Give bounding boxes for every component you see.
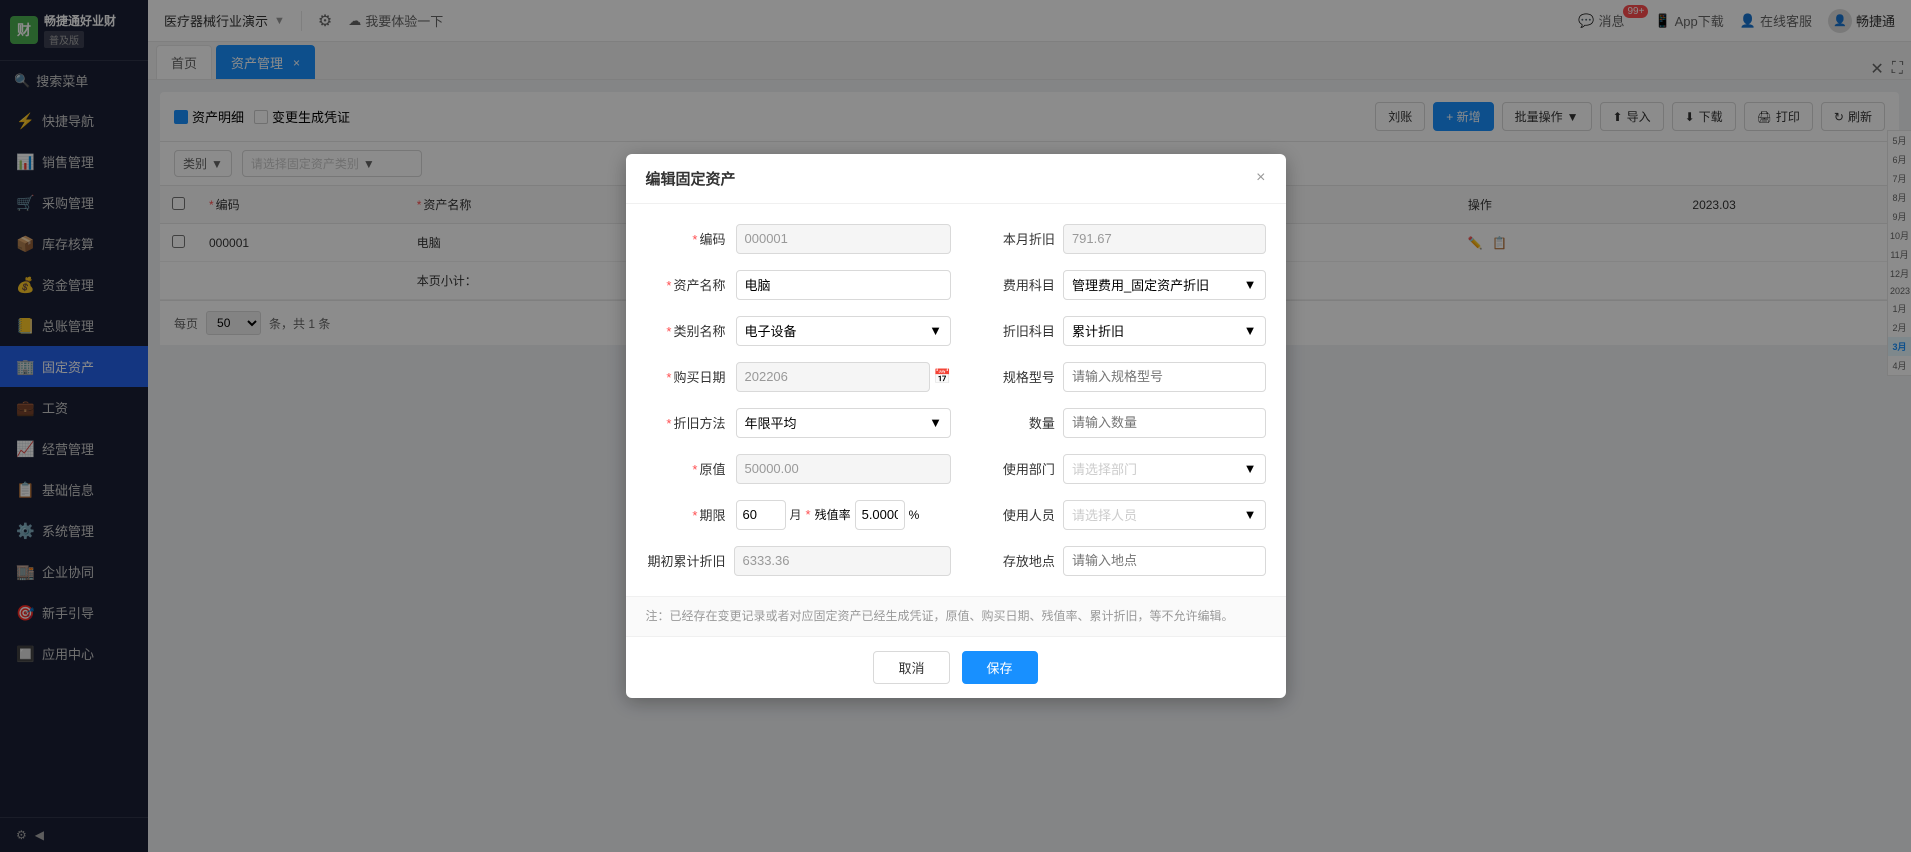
user-placeholder: 请选择人员 — [1072, 505, 1137, 524]
original-value-label: 原值 — [646, 459, 726, 478]
depr-subject-select[interactable]: 累计折旧 ▼ — [1063, 316, 1266, 346]
dept-placeholder: 请选择部门 — [1072, 459, 1137, 478]
purchase-date-group: 📅 — [736, 362, 951, 392]
period-unit: 月 — [790, 506, 802, 523]
residual-rate-required: * — [806, 507, 811, 522]
user-select[interactable]: 请选择人员 ▼ — [1063, 500, 1266, 530]
form-row-expense-subject: 费用科目 管理费用_固定资产折旧 ▼ — [975, 270, 1266, 300]
note-text: 注：已经存在变更记录或者对应固定资产已经生成凭证，原值、购买日期、残值率、累计折… — [646, 609, 1234, 623]
form-row-original-value: 原值 — [646, 454, 951, 484]
initial-accu-depr-input — [734, 546, 951, 576]
spec-model-label: 规格型号 — [975, 367, 1055, 386]
form-row-period: 期限 月 * 残值率 % — [646, 500, 951, 530]
form-row-spec-model: 规格型号 — [975, 362, 1266, 392]
category-label: 类别名称 — [646, 321, 726, 340]
form-row-user: 使用人员 请选择人员 ▼ — [975, 500, 1266, 530]
form-row-purchase-date: 购买日期 📅 — [646, 362, 951, 392]
dialog-footer: 取消 保存 — [626, 636, 1286, 698]
dialog-overlay: 编辑固定资产 × 编码 本月折旧 资产名称 — [0, 0, 1911, 852]
dialog-body: 编码 本月折旧 资产名称 费用科目 管理费用_固定资产折旧 — [626, 204, 1286, 596]
form-row-depr-subject: 折旧科目 累计折旧 ▼ — [975, 316, 1266, 346]
depr-subject-label: 折旧科目 — [975, 321, 1055, 340]
form-row-depr-method: 折旧方法 年限平均 ▼ — [646, 408, 951, 438]
initial-accu-depr-label: 期初累计折旧 — [646, 551, 726, 570]
storage-location-label: 存放地点 — [975, 551, 1055, 570]
residual-rate-label: 残值率 — [815, 506, 851, 523]
depr-method-chevron-icon: ▼ — [929, 415, 942, 430]
residual-rate-input — [855, 500, 905, 530]
purchase-date-label: 购买日期 — [646, 367, 726, 386]
form-row-dept: 使用部门 请选择部门 ▼ — [975, 454, 1266, 484]
expense-subject-chevron-icon: ▼ — [1244, 277, 1257, 292]
save-button[interactable]: 保存 — [962, 651, 1038, 684]
quantity-label: 数量 — [975, 413, 1055, 432]
code-input[interactable] — [736, 224, 951, 254]
dialog-close-btn[interactable]: × — [1256, 169, 1265, 187]
depr-subject-value: 累计折旧 — [1072, 321, 1124, 340]
spec-model-input[interactable] — [1063, 362, 1266, 392]
user-label: 使用人员 — [975, 505, 1055, 524]
form-row-this-month-depr: 本月折旧 — [975, 224, 1266, 254]
dialog-note: 注：已经存在变更记录或者对应固定资产已经生成凭证，原值、购买日期、残值率、累计折… — [626, 596, 1286, 636]
code-label: 编码 — [646, 229, 726, 248]
depr-method-value: 年限平均 — [745, 413, 797, 432]
depr-method-label: 折旧方法 — [646, 413, 726, 432]
dept-select[interactable]: 请选择部门 ▼ — [1063, 454, 1266, 484]
expense-subject-select[interactable]: 管理费用_固定资产折旧 ▼ — [1063, 270, 1266, 300]
original-value-input — [736, 454, 951, 484]
dept-label: 使用部门 — [975, 459, 1055, 478]
form-row-storage-location: 存放地点 — [975, 546, 1266, 576]
form-row-code: 编码 — [646, 224, 951, 254]
residual-rate-unit: % — [909, 508, 920, 522]
calendar-icon[interactable]: 📅 — [934, 368, 951, 385]
this-month-depr-label: 本月折旧 — [975, 229, 1055, 248]
form-row-category: 类别名称 电子设备 ▼ — [646, 316, 951, 346]
form-row-name: 资产名称 — [646, 270, 951, 300]
purchase-date-input — [736, 362, 930, 392]
expense-subject-value: 管理费用_固定资产折旧 — [1072, 275, 1209, 294]
this-month-depr-input — [1063, 224, 1266, 254]
quantity-input[interactable] — [1063, 408, 1266, 438]
category-value: 电子设备 — [745, 321, 797, 340]
name-label: 资产名称 — [646, 275, 726, 294]
expense-subject-label: 费用科目 — [975, 275, 1055, 294]
dept-chevron-icon: ▼ — [1244, 461, 1257, 476]
depr-subject-chevron-icon: ▼ — [1244, 323, 1257, 338]
edit-asset-dialog: 编辑固定资产 × 编码 本月折旧 资产名称 — [626, 154, 1286, 698]
dialog-title: 编辑固定资产 — [646, 168, 736, 189]
category-select[interactable]: 电子设备 ▼ — [736, 316, 951, 346]
form-row-initial-accu-depr: 期初累计折旧 — [646, 546, 951, 576]
dialog-header: 编辑固定资产 × — [626, 154, 1286, 204]
storage-location-input[interactable] — [1063, 546, 1266, 576]
category-chevron-icon: ▼ — [929, 323, 942, 338]
period-group: 月 * 残值率 % — [736, 500, 951, 530]
period-label: 期限 — [646, 505, 726, 524]
cancel-button[interactable]: 取消 — [873, 651, 949, 684]
period-input — [736, 500, 786, 530]
user-chevron-icon: ▼ — [1244, 507, 1257, 522]
depr-method-select[interactable]: 年限平均 ▼ — [736, 408, 951, 438]
name-input[interactable] — [736, 270, 951, 300]
form-row-quantity: 数量 — [975, 408, 1266, 438]
